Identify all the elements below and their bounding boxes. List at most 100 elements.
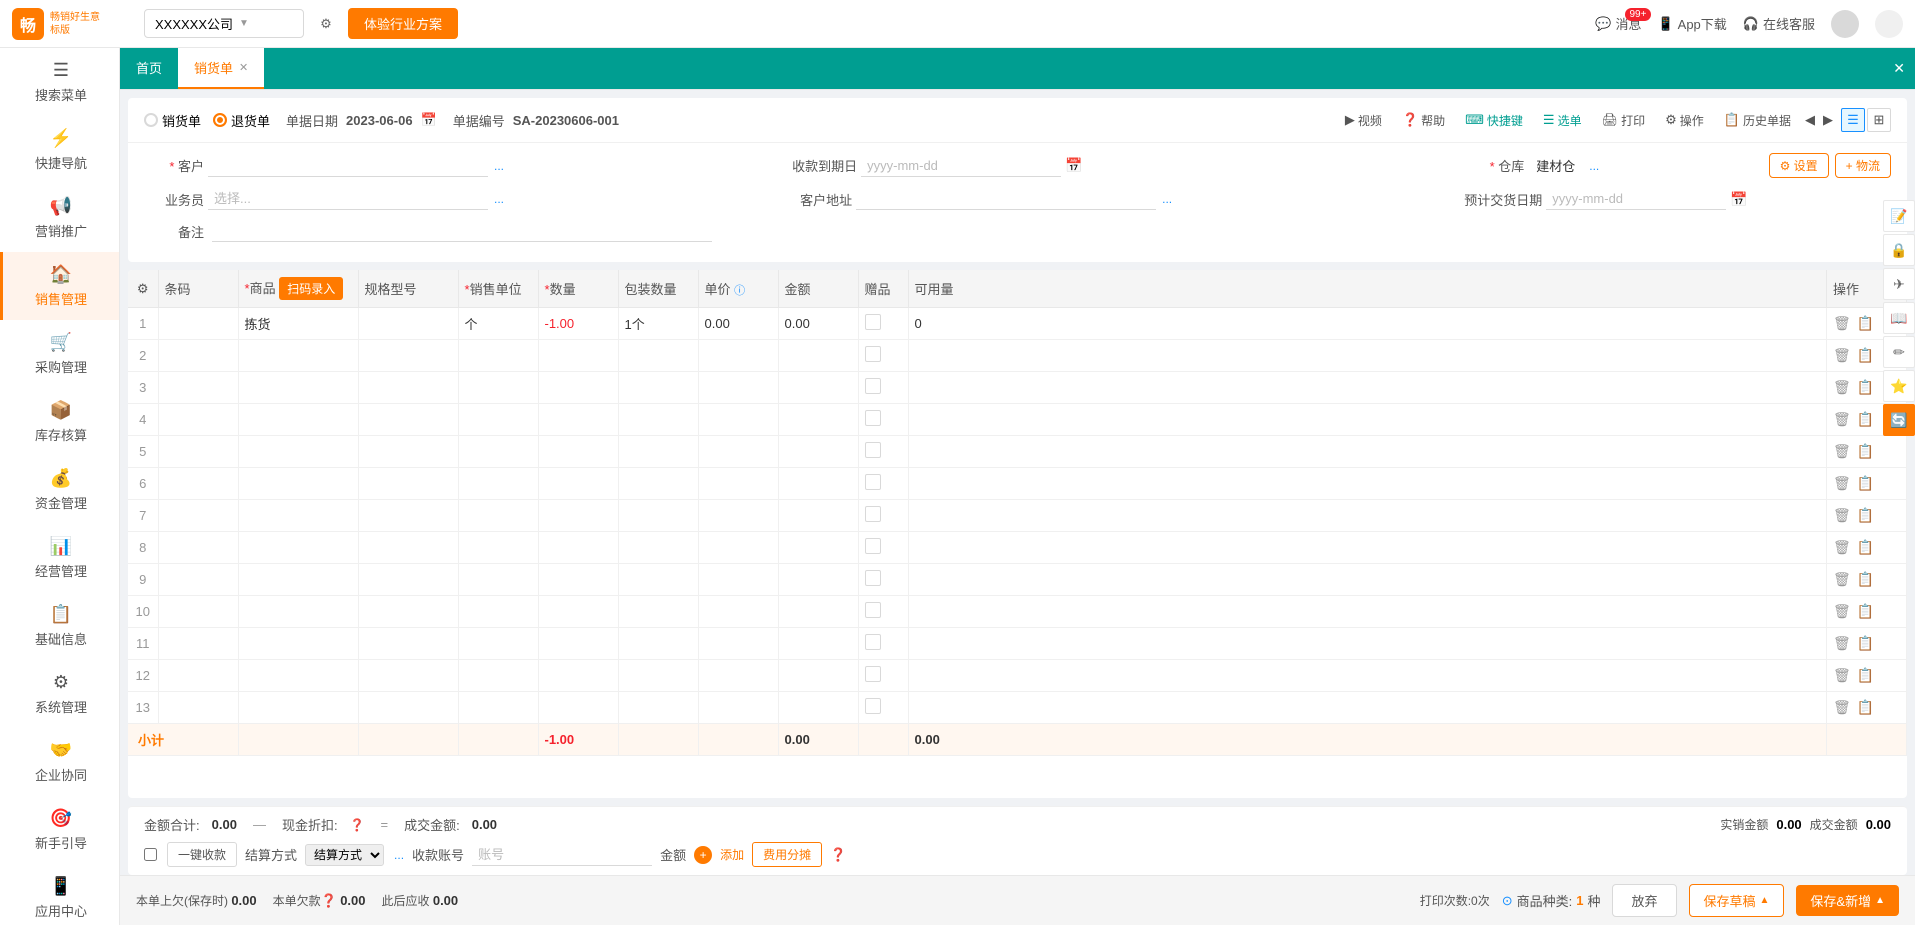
arrears-help[interactable]: ❓: [321, 893, 337, 908]
copy-row-btn[interactable]: 📋: [1857, 443, 1874, 460]
delete-row-btn[interactable]: 🗑: [1833, 347, 1851, 364]
fee-help-icon[interactable]: ❓: [830, 847, 846, 863]
row-product[interactable]: [238, 340, 358, 372]
row-product[interactable]: [238, 596, 358, 628]
help-icon[interactable]: ❓: [350, 818, 365, 832]
copy-row-btn[interactable]: 📋: [1857, 347, 1874, 364]
salesperson-ellipsis-btn[interactable]: ...: [494, 192, 504, 206]
row-unit[interactable]: [458, 532, 538, 564]
operation-btn[interactable]: ⚙ 操作: [1659, 109, 1710, 132]
sidebar-item-beginner-guide[interactable]: 🎯 新手引导: [0, 796, 119, 864]
save-new-button[interactable]: 保存&新增 ▲: [1796, 885, 1899, 916]
row-spec[interactable]: [358, 596, 458, 628]
row-qty[interactable]: [538, 596, 618, 628]
row-gift[interactable]: [858, 308, 908, 340]
copy-row-btn[interactable]: 📋: [1857, 571, 1874, 588]
row-price[interactable]: [698, 436, 778, 468]
row-qty[interactable]: [538, 692, 618, 724]
row-barcode[interactable]: [158, 340, 238, 372]
row-spec[interactable]: [358, 500, 458, 532]
delete-row-btn[interactable]: 🗑: [1833, 507, 1851, 524]
row-qty[interactable]: [538, 468, 618, 500]
customer-addr-input[interactable]: [856, 188, 1156, 210]
row-spec[interactable]: [358, 372, 458, 404]
row-spec[interactable]: [358, 404, 458, 436]
row-spec[interactable]: [358, 660, 458, 692]
radio-sales-order[interactable]: 销货单: [144, 111, 201, 130]
trial-button[interactable]: 体验行业方案: [348, 8, 458, 39]
row-product[interactable]: [238, 500, 358, 532]
delete-row-btn[interactable]: 🗑: [1833, 539, 1851, 556]
sidebar-item-search-bill[interactable]: ☰ 搜索菜单: [0, 48, 119, 116]
sidebar-item-app-center[interactable]: 📱 应用中心: [0, 864, 119, 925]
row-amount[interactable]: 0.00: [778, 308, 858, 340]
row-unit[interactable]: [458, 500, 538, 532]
row-pkg-qty[interactable]: [618, 532, 698, 564]
delivery-date-input[interactable]: [1546, 188, 1726, 210]
row-qty[interactable]: [538, 340, 618, 372]
row-barcode[interactable]: [158, 596, 238, 628]
row-price[interactable]: [698, 660, 778, 692]
one-click-checkbox[interactable]: [144, 848, 157, 861]
row-qty[interactable]: [538, 532, 618, 564]
copy-row-btn[interactable]: 📋: [1857, 667, 1874, 684]
settlement-method-select[interactable]: 结算方式: [305, 844, 384, 866]
delivery-calendar-icon[interactable]: 📅: [1730, 191, 1747, 208]
history-btn[interactable]: 📋 历史单据: [1718, 109, 1797, 132]
row-qty[interactable]: [538, 628, 618, 660]
row-product[interactable]: [238, 628, 358, 660]
settings-icon[interactable]: ⚙: [312, 10, 340, 38]
row-barcode[interactable]: [158, 468, 238, 500]
row-product[interactable]: [238, 468, 358, 500]
sidebar-item-finance[interactable]: 💰 资金管理: [0, 456, 119, 524]
row-spec[interactable]: [358, 340, 458, 372]
row-price[interactable]: [698, 340, 778, 372]
shortcut-btn[interactable]: ⌨ 快捷键: [1459, 109, 1529, 132]
company-selector[interactable]: XXXXXX公司 ▼: [144, 9, 304, 38]
row-product[interactable]: [238, 436, 358, 468]
row-barcode[interactable]: [158, 660, 238, 692]
add-btn[interactable]: +: [694, 846, 712, 864]
logistics-button[interactable]: + 物流: [1835, 153, 1891, 178]
delete-row-btn[interactable]: 🗑: [1833, 699, 1851, 716]
delete-row-btn[interactable]: 🗑: [1833, 315, 1851, 332]
copy-row-btn[interactable]: 📋: [1857, 379, 1874, 396]
row-barcode[interactable]: [158, 436, 238, 468]
row-unit[interactable]: 个: [458, 308, 538, 340]
payment-due-calendar-icon[interactable]: 📅: [1065, 157, 1082, 174]
row-barcode[interactable]: [158, 628, 238, 660]
row-unit[interactable]: [458, 372, 538, 404]
row-gift[interactable]: [858, 564, 908, 596]
row-price[interactable]: [698, 564, 778, 596]
online-service-button[interactable]: 🎧 在线客服: [1743, 14, 1815, 33]
sidebar-item-enterprise-coop[interactable]: 🤝 企业协同: [0, 728, 119, 796]
save-draft-button[interactable]: 保存草稿 ▲: [1689, 884, 1785, 917]
row-price[interactable]: [698, 532, 778, 564]
next-icon[interactable]: ▶: [1823, 112, 1833, 128]
row-product[interactable]: [238, 404, 358, 436]
customer-ellipsis-btn[interactable]: ...: [494, 159, 504, 173]
row-spec[interactable]: [358, 436, 458, 468]
col-settings[interactable]: ⚙: [128, 270, 158, 308]
row-pkg-qty[interactable]: [618, 628, 698, 660]
addr-ellipsis-btn[interactable]: ...: [1162, 192, 1172, 206]
list-view-btn[interactable]: ☰: [1841, 108, 1865, 132]
row-amount[interactable]: [778, 532, 858, 564]
row-unit[interactable]: [458, 404, 538, 436]
row-barcode[interactable]: [158, 532, 238, 564]
row-pkg-qty[interactable]: [618, 660, 698, 692]
row-price[interactable]: [698, 596, 778, 628]
row-price[interactable]: [698, 628, 778, 660]
row-unit[interactable]: [458, 660, 538, 692]
copy-row-btn[interactable]: 📋: [1857, 699, 1874, 716]
sidebar-item-basic-info[interactable]: 📋 基础信息: [0, 592, 119, 660]
avatar[interactable]: [1831, 10, 1859, 38]
sidebar-item-system-mgmt[interactable]: ⚙ 系统管理: [0, 660, 119, 728]
grid-view-btn[interactable]: ⊞: [1867, 108, 1891, 132]
account-input[interactable]: [472, 844, 652, 866]
sidebar-item-sales-mgmt[interactable]: 🏠 销售管理: [0, 252, 119, 320]
scan-entry-btn[interactable]: 扫码录入: [279, 277, 343, 300]
salesperson-input[interactable]: [208, 188, 488, 210]
row-amount[interactable]: [778, 628, 858, 660]
app-download-button[interactable]: 📱 App下载: [1657, 14, 1726, 33]
